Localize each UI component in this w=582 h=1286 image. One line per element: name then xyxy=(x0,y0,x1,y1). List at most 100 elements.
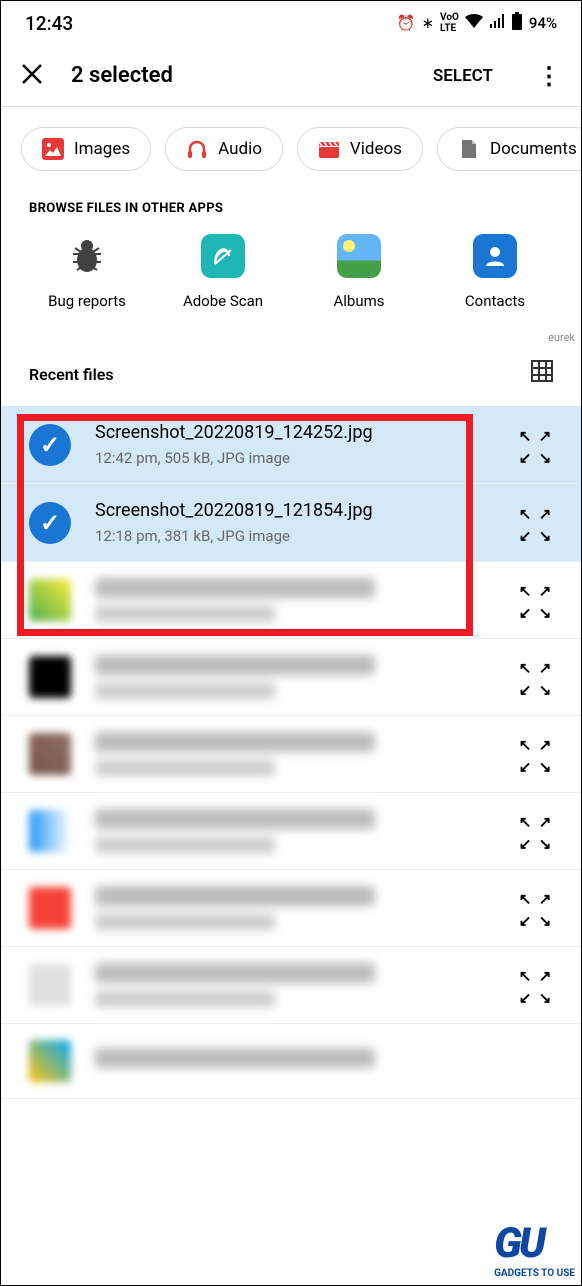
file-meta xyxy=(95,837,275,853)
close-icon[interactable] xyxy=(21,59,43,92)
bug-icon xyxy=(65,234,109,278)
file-row[interactable]: ↖↗↙↘ xyxy=(1,793,581,870)
status-time: 12:43 xyxy=(25,12,73,35)
expand-icon[interactable]: ↖↗↙↘ xyxy=(517,890,553,926)
recent-header: Recent files xyxy=(1,330,581,406)
watermark-logo: GU xyxy=(494,1219,575,1268)
file-info xyxy=(95,1048,553,1074)
browse-section-title: BROWSE FILES IN OTHER APPS xyxy=(1,193,581,234)
select-button[interactable]: SELECT xyxy=(433,66,509,86)
file-name: Screenshot_20220819_124252.jpg xyxy=(95,422,493,443)
document-icon xyxy=(458,138,480,160)
file-row[interactable] xyxy=(1,1024,581,1099)
file-thumbnail xyxy=(29,810,71,852)
file-meta xyxy=(95,606,275,622)
signal-icon xyxy=(489,14,505,32)
grid-view-icon[interactable] xyxy=(531,360,553,388)
file-row[interactable]: ↖↗↙↘ xyxy=(1,639,581,716)
file-info xyxy=(95,655,493,699)
file-meta xyxy=(95,991,275,1007)
file-name xyxy=(95,1048,375,1068)
page-title: 2 selected xyxy=(71,63,405,88)
contacts-icon xyxy=(473,234,517,278)
watermark-text: GADGETS TO USE xyxy=(494,1268,575,1279)
more-icon[interactable]: ⋮ xyxy=(537,62,561,90)
status-bar: 12:43 ⏰ ∗ VoOLTE 94% xyxy=(1,1,581,45)
file-row[interactable]: ↖↗↙↘ xyxy=(1,947,581,1024)
status-icons: ⏰ ∗ VoOLTE 94% xyxy=(397,12,557,34)
app-label: Adobe Scan xyxy=(183,292,263,310)
battery-icon xyxy=(511,12,523,34)
file-thumbnail xyxy=(29,964,71,1006)
file-thumbnail xyxy=(29,1040,71,1082)
app-adobescan[interactable]: Adobe Scan xyxy=(163,234,283,310)
albums-icon xyxy=(337,234,381,278)
file-name xyxy=(95,809,375,829)
app-bugreports[interactable]: Bug reports xyxy=(27,234,147,310)
expand-icon[interactable]: ↖↗↙↘ xyxy=(517,427,553,463)
file-meta xyxy=(95,683,275,699)
check-icon[interactable]: ✓ xyxy=(29,424,71,466)
file-name xyxy=(95,963,375,983)
file-thumbnail xyxy=(29,579,71,621)
chip-label: Videos xyxy=(350,139,402,159)
battery-percent: 94% xyxy=(529,14,557,32)
expand-icon[interactable]: ↖↗↙↘ xyxy=(517,582,553,618)
file-meta xyxy=(95,760,275,776)
chip-label: Audio xyxy=(218,139,262,159)
watermark: GU GADGETS TO USE xyxy=(494,1219,575,1279)
file-info: Screenshot_20220819_121854.jpg 12:18 pm,… xyxy=(95,500,493,545)
file-info xyxy=(95,578,493,622)
headphones-icon xyxy=(186,138,208,160)
expand-icon[interactable]: ↖↗↙↘ xyxy=(517,967,553,1003)
file-info: Screenshot_20220819_124252.jpg 12:42 pm,… xyxy=(95,422,493,467)
alarm-icon: ⏰ xyxy=(397,14,416,32)
file-info xyxy=(95,732,493,776)
filter-chips: Images Audio Videos Documents xyxy=(1,121,581,193)
chip-images[interactable]: Images xyxy=(21,127,151,171)
app-albums[interactable]: Albums xyxy=(299,234,419,310)
chip-label: Images xyxy=(74,139,130,159)
file-name xyxy=(95,886,375,906)
app-label: Contacts xyxy=(465,292,525,310)
file-info xyxy=(95,963,493,1007)
file-name xyxy=(95,578,375,598)
bluetooth-icon: ∗ xyxy=(421,14,434,32)
app-label: Albums xyxy=(333,292,384,310)
app-contacts[interactable]: Contacts xyxy=(435,234,555,310)
video-icon xyxy=(318,138,340,160)
expand-icon[interactable]: ↖↗↙↘ xyxy=(517,659,553,695)
file-row[interactable]: ↖↗↙↘ xyxy=(1,562,581,639)
check-icon[interactable]: ✓ xyxy=(29,502,71,544)
file-meta xyxy=(95,914,275,930)
file-thumbnail xyxy=(29,656,71,698)
chip-documents[interactable]: Documents xyxy=(437,127,581,171)
recent-title: Recent files xyxy=(29,365,114,384)
chip-videos[interactable]: Videos xyxy=(297,127,423,171)
image-icon xyxy=(42,138,64,160)
file-thumbnail xyxy=(29,733,71,775)
expand-icon[interactable]: ↖↗↙↘ xyxy=(517,736,553,772)
file-row[interactable]: ↖↗↙↘ xyxy=(1,716,581,793)
eureka-partial: eurek xyxy=(548,331,575,344)
expand-icon[interactable]: ↖↗↙↘ xyxy=(517,813,553,849)
file-row[interactable]: ✓ Screenshot_20220819_121854.jpg 12:18 p… xyxy=(1,484,581,562)
file-name: Screenshot_20220819_121854.jpg xyxy=(95,500,493,521)
chip-audio[interactable]: Audio xyxy=(165,127,283,171)
file-thumbnail xyxy=(29,887,71,929)
app-header: 2 selected SELECT ⋮ xyxy=(1,45,581,106)
file-row[interactable]: ↖↗↙↘ xyxy=(1,870,581,947)
file-row[interactable]: ✓ Screenshot_20220819_124252.jpg 12:42 p… xyxy=(1,406,581,484)
adobe-icon xyxy=(201,234,245,278)
divider xyxy=(1,106,581,107)
file-meta: 12:18 pm, 381 kB, JPG image xyxy=(95,527,493,545)
file-meta: 12:42 pm, 505 kB, JPG image xyxy=(95,449,493,467)
file-name xyxy=(95,732,375,752)
file-name xyxy=(95,655,375,675)
file-info xyxy=(95,809,493,853)
chip-label: Documents xyxy=(490,139,577,159)
volte-icon: VoOLTE xyxy=(440,12,459,34)
expand-icon[interactable]: ↖↗↙↘ xyxy=(517,505,553,541)
other-apps: Bug reports Adobe Scan Albums Contacts xyxy=(1,234,581,330)
wifi-icon xyxy=(465,14,483,32)
